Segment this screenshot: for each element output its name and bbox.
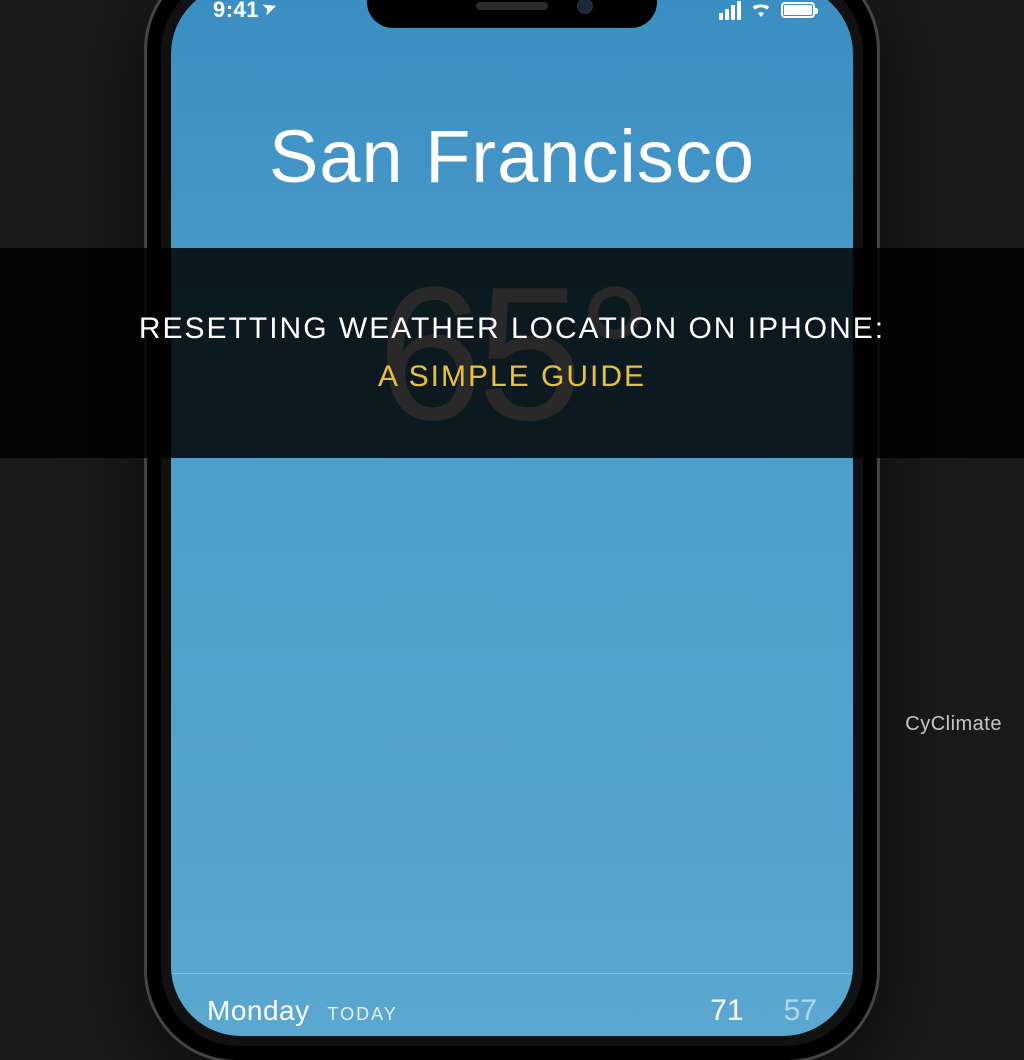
status-bar-left: 9:41 ➤ bbox=[171, 0, 277, 23]
watermark: CyClimate bbox=[905, 713, 1002, 736]
speaker-grill bbox=[476, 2, 548, 10]
forecast-today-label: TODAY bbox=[327, 1004, 397, 1024]
title-overlay: RESETTING WEATHER LOCATION ON IPHONE: A … bbox=[0, 248, 1024, 458]
location-arrow-icon: ➤ bbox=[260, 0, 280, 20]
overlay-title-line1: RESETTING WEATHER LOCATION ON IPHONE: bbox=[139, 312, 885, 346]
status-time: 9:41 bbox=[213, 0, 259, 23]
city-name: San Francisco bbox=[171, 114, 853, 199]
status-bar-right bbox=[719, 0, 853, 23]
battery-icon bbox=[781, 2, 815, 18]
phone-bezel: 9:41 ➤ San Francisco 65° bbox=[161, 0, 863, 1046]
phone-screen: 9:41 ➤ San Francisco 65° bbox=[171, 0, 853, 1036]
forecast-day-group: Monday TODAY bbox=[207, 995, 398, 1027]
overlay-title-line2: A SIMPLE GUIDE bbox=[378, 360, 646, 394]
wifi-icon bbox=[749, 0, 773, 23]
cellular-signal-icon bbox=[719, 1, 741, 20]
forecast-row[interactable]: Monday TODAY 71 57 bbox=[171, 973, 853, 1028]
front-camera bbox=[577, 0, 593, 14]
forecast-day: Monday bbox=[207, 995, 310, 1026]
phone-frame: 9:41 ➤ San Francisco 65° bbox=[147, 0, 877, 1060]
phone-notch bbox=[367, 0, 657, 28]
forecast-low: 57 bbox=[784, 994, 817, 1028]
forecast-high: 71 bbox=[710, 994, 743, 1028]
forecast-temps: 71 57 bbox=[710, 994, 817, 1028]
